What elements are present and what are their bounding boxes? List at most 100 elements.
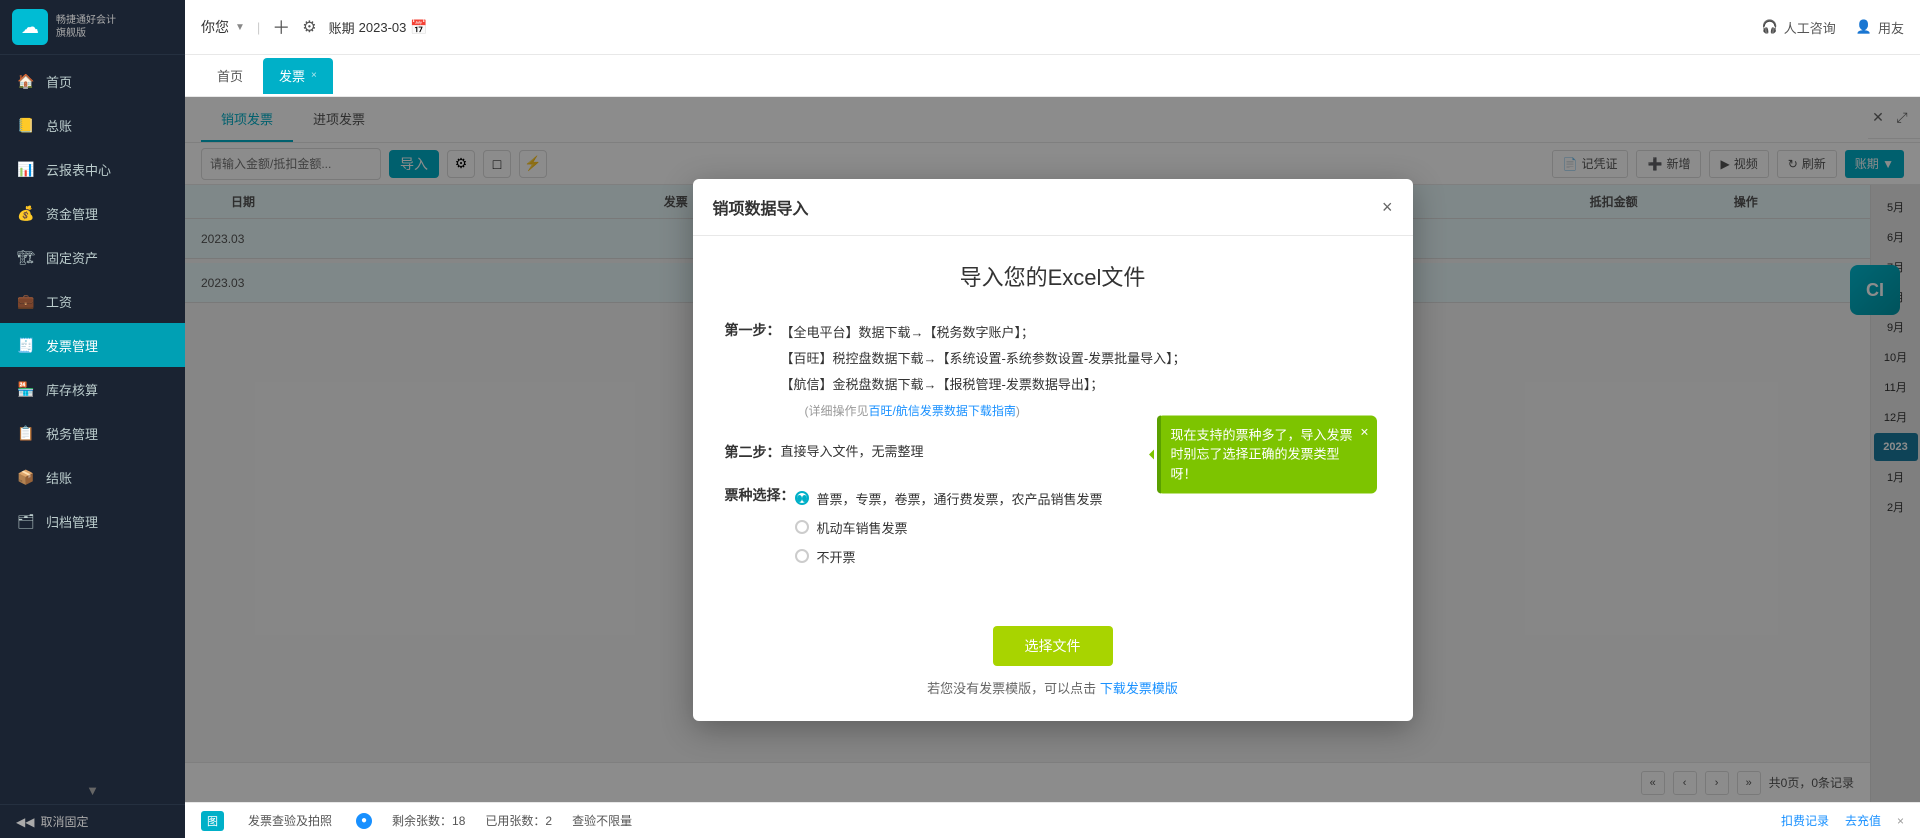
period-value: 2023-03 — [359, 20, 407, 35]
step1-row: 第一步： 【全电平台】数据下载→【税务数字账户】； 【百旺】税控盘数据下载→【系… — [725, 320, 1381, 398]
archive-icon: 🗂 — [16, 511, 36, 531]
period-calendar-icon: 📅 — [410, 19, 427, 36]
sidebar-item-archive[interactable]: 🗂 归档管理 — [0, 499, 185, 543]
sidebar-item-label: 首页 — [46, 72, 72, 91]
sidebar-item-label: 库存核算 — [46, 380, 98, 399]
step1-line1: 【全电平台】数据下载→【税务数字账户】； — [781, 320, 1186, 346]
user-menu[interactable]: 👤 用友 — [1856, 18, 1904, 37]
tooltip-bubble: × 现在支持的票种多了，导入发票时别忘了选择正确的发票类型呀！ — [1157, 415, 1377, 494]
tooltip-text: 现在支持的票种多了，导入发票时别忘了选择正确的发票类型呀！ — [1171, 427, 1353, 481]
sidebar-item-settle[interactable]: 📦 结账 — [0, 455, 185, 499]
ticket-block: 票种选择： 普票，专票，卷票，通行费发票，农产品销售发票 — [725, 485, 1381, 566]
ticket-label: 票种选择： — [725, 485, 795, 566]
status-badge: ● — [356, 813, 372, 829]
modal-footer: 选择文件 若您没有发票模版，可以点击 下载发票模版 — [693, 610, 1413, 721]
radio-item-2[interactable]: 不开票 — [795, 547, 1103, 566]
sidebar-item-report[interactable]: 📊 云报表中心 — [0, 147, 185, 191]
unpin-icon: ◀◀ — [16, 815, 34, 829]
step1-block: 第一步： 【全电平台】数据下载→【税务数字账户】； 【百旺】税控盘数据下载→【系… — [725, 320, 1381, 419]
radio-item-1[interactable]: 机动车销售发票 — [795, 518, 1103, 537]
settings-button[interactable]: ⚙ — [302, 17, 316, 37]
sidebar-item-label: 工资 — [46, 292, 72, 311]
baiwang-guide-link[interactable]: 百旺/航信发票数据下载指南 — [869, 404, 1016, 418]
topbar-separator: | — [257, 20, 260, 35]
company-selector[interactable]: 你您 ▼ — [201, 17, 245, 37]
tab-invoice-label: 发票 — [279, 66, 305, 85]
sidebar-item-inventory[interactable]: 🏪 库存核算 — [0, 367, 185, 411]
radio-label-0: 普票，专票，卷票，通行费发票，农产品销售发票 — [817, 489, 1103, 508]
user-icon: 👤 — [1856, 19, 1872, 35]
radio-group: 普票，专票，卷票，通行费发票，农产品销售发票 机动车销售发票 不开票 — [795, 489, 1103, 566]
sidebar-item-assets[interactable]: 🏗 固定资产 — [0, 235, 185, 279]
radio-label-1: 机动车销售发票 — [817, 518, 908, 537]
sidebar-item-salary[interactable]: 💼 工资 — [0, 279, 185, 323]
tax-icon: 📋 — [16, 423, 36, 443]
step2-content: 直接导入文件，无需整理 — [781, 439, 924, 465]
modal-main-title: 导入您的Excel文件 — [725, 260, 1381, 292]
tab-invoice[interactable]: 发票 × — [263, 58, 333, 94]
sidebar-item-label: 总账 — [46, 116, 72, 135]
radio-label-2: 不开票 — [817, 547, 856, 566]
sidebar: ☁ 畅捷通好会计 旗舰版 🏠 首页 📒 总账 📊 云报表中心 💰 — [0, 0, 185, 838]
sidebar-item-label: 税务管理 — [46, 424, 98, 443]
sidebar-item-label: 云报表中心 — [46, 160, 111, 179]
sidebar-item-label: 归档管理 — [46, 512, 98, 531]
logo-icon: ☁ — [12, 9, 48, 45]
radio-circle-0 — [795, 491, 809, 505]
status-close-button[interactable]: × — [1897, 814, 1904, 828]
sidebar-nav: 🏠 首页 📒 总账 📊 云报表中心 💰 资金管理 🏗 固定资产 💼 工资 — [0, 55, 185, 776]
download-template-link[interactable]: 下载发票模版 — [1100, 681, 1178, 696]
sidebar-scroll-down[interactable]: ▼ — [0, 776, 185, 804]
status-invoice-icon[interactable]: 图 — [201, 811, 224, 831]
sidebar-item-ledger[interactable]: 📒 总账 — [0, 103, 185, 147]
sidebar-unpin[interactable]: ◀◀ 取消固定 — [0, 804, 185, 838]
status-invoice-label: 发票查验及拍照 — [248, 812, 332, 829]
company-name: 你您 — [201, 17, 229, 37]
sidebar-item-label: 资金管理 — [46, 204, 98, 223]
deduct-record-link[interactable]: 扣费记录 — [1781, 812, 1829, 829]
service-button[interactable]: 🎧 人工咨询 — [1762, 18, 1836, 37]
salary-icon: 💼 — [16, 291, 36, 311]
invoice-icon: 🧾 — [16, 335, 36, 355]
status-used: 已用张数：2 — [485, 812, 552, 829]
import-modal: 销项数据导入 × 导入您的Excel文件 第一步： 【全电平台】数据下载→【税务… — [693, 179, 1413, 721]
report-icon: 📊 — [16, 159, 36, 179]
tooltip-bar — [1157, 415, 1161, 494]
ticket-row: 票种选择： 普票，专票，卷票，通行费发票，农产品销售发票 — [725, 485, 1381, 566]
add-company-button[interactable]: ＋ — [272, 14, 290, 40]
select-file-button[interactable]: 选择文件 — [993, 626, 1113, 666]
company-chevron-icon: ▼ — [235, 22, 245, 33]
tab-home-label: 首页 — [217, 66, 243, 85]
template-hint: 若您没有发票模版，可以点击 下载发票模版 — [927, 678, 1178, 697]
logo-area: ☁ 畅捷通好会计 旗舰版 — [0, 0, 185, 55]
step1-content: 【全电平台】数据下载→【税务数字账户】； 【百旺】税控盘数据下载→【系统设置-系… — [781, 320, 1186, 398]
radio-item-0[interactable]: 普票，专票，卷票，通行费发票，农产品销售发票 — [795, 489, 1103, 508]
recharge-link[interactable]: 去充值 — [1845, 812, 1881, 829]
radio-circle-1 — [795, 520, 809, 534]
sidebar-item-tax[interactable]: 📋 税务管理 — [0, 411, 185, 455]
period-label: 账期 — [329, 18, 355, 37]
tooltip-close-button[interactable]: × — [1360, 421, 1368, 442]
status-right: 扣费记录 去充值 × — [1781, 812, 1904, 829]
ledger-icon: 📒 — [16, 115, 36, 135]
modal-title: 销项数据导入 — [713, 195, 809, 219]
period-display: 账期 2023-03 📅 — [329, 18, 428, 37]
topbar: 你您 ▼ | ＋ ⚙ 账期 2023-03 📅 🎧 人工咨询 👤 用友 — [185, 0, 1920, 55]
modal-close-button[interactable]: × — [1382, 198, 1393, 216]
sidebar-item-finance[interactable]: 💰 资金管理 — [0, 191, 185, 235]
sidebar-item-home[interactable]: 🏠 首页 — [0, 59, 185, 103]
step2-label: 第二步： — [725, 442, 781, 462]
tab-home[interactable]: 首页 — [201, 58, 259, 94]
modal-header: 销项数据导入 × — [693, 179, 1413, 236]
status-bar: 图 发票查验及拍照 ● 剩余张数：18 已用张数：2 查验不限量 扣费记录 去充… — [185, 802, 1920, 838]
finance-icon: 💰 — [16, 203, 36, 223]
modal-overlay: 销项数据导入 × 导入您的Excel文件 第一步： 【全电平台】数据下载→【税务… — [185, 97, 1920, 802]
sidebar-item-invoice[interactable]: 🧾 发票管理 — [0, 323, 185, 367]
topbar-right: 🎧 人工咨询 👤 用友 — [1762, 18, 1904, 37]
content-area: 销项发票 进项发票 导入 ⚙ □ ⚡ — [185, 97, 1920, 802]
main-area: 你您 ▼ | ＋ ⚙ 账期 2023-03 📅 🎧 人工咨询 👤 用友 — [185, 0, 1920, 838]
tab-invoice-close-icon[interactable]: × — [311, 70, 317, 81]
logo-text: 畅捷通好会计 旗舰版 — [56, 14, 116, 40]
settle-icon: 📦 — [16, 467, 36, 487]
home-icon: 🏠 — [16, 71, 36, 91]
